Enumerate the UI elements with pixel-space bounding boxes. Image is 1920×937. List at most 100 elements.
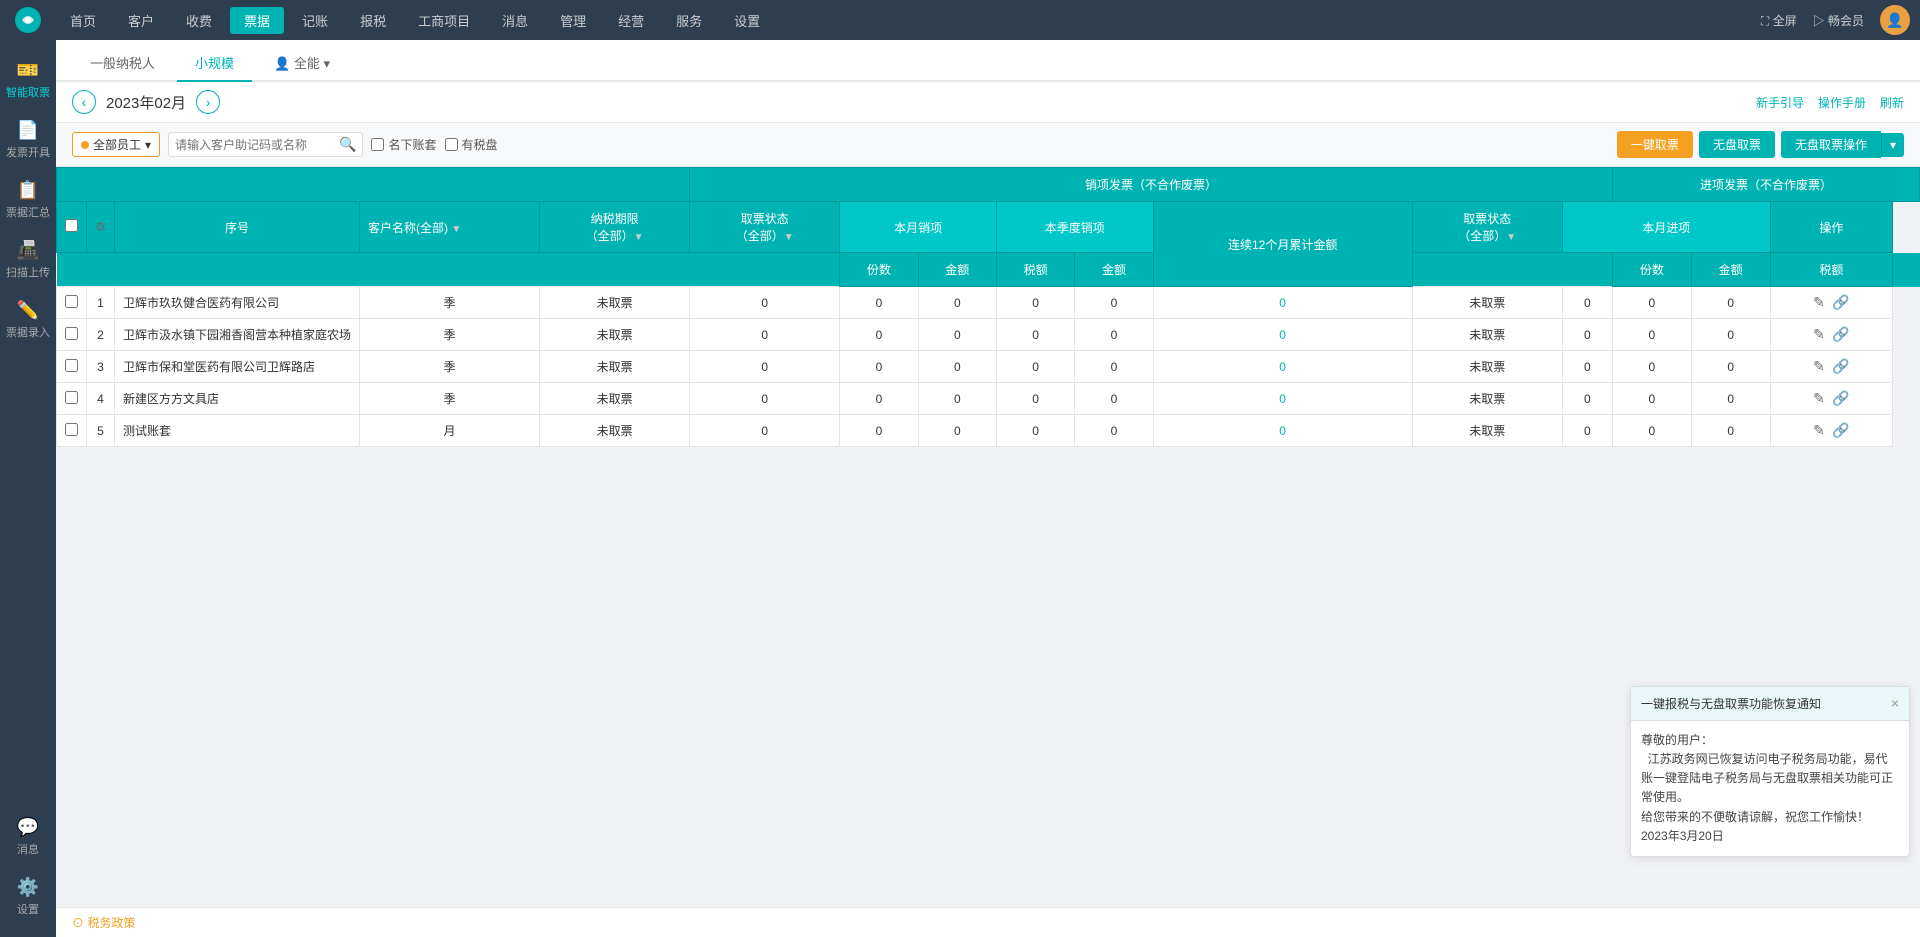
detail-icon[interactable]: 🔗	[1832, 390, 1849, 406]
checkbox-account[interactable]: 名下账套	[371, 136, 436, 153]
row-out-monthly-tax-cell: 0	[918, 415, 996, 447]
row-checkbox[interactable]	[65, 327, 78, 340]
edit-icon[interactable]: ✎	[1813, 358, 1825, 374]
row-action-cell: ✎ 🔗	[1770, 351, 1893, 383]
annual-link[interactable]: 0	[1279, 360, 1286, 374]
period-next-btn[interactable]: ›	[196, 90, 220, 114]
select-all-checkbox[interactable]	[65, 219, 78, 232]
guide-link[interactable]: 新手引导	[1756, 94, 1804, 111]
edit-icon[interactable]: ✎	[1813, 326, 1825, 342]
row-out-quarterly-amount-cell: 0	[996, 287, 1074, 319]
edit-icon[interactable]: ✎	[1813, 422, 1825, 438]
settings-icon[interactable]: ⚙	[95, 220, 106, 234]
notification-title: 一键报税与无盘取票功能恢复通知	[1641, 695, 1821, 712]
th-in-monthly-count: 份数	[1612, 253, 1691, 287]
sidebar-bottom-item-设置[interactable]: ⚙️设置	[11, 867, 45, 927]
th-out-monthly-tax: 税额	[996, 253, 1074, 287]
checkbox-account-input[interactable]	[371, 138, 384, 151]
annual-link[interactable]: 0	[1279, 328, 1286, 342]
diskless-operation-arrow[interactable]: ▾	[1881, 133, 1904, 157]
row-action-cell: ✎ 🔗	[1770, 287, 1893, 319]
annual-link[interactable]: 0	[1279, 424, 1286, 438]
row-in-monthly-amount-cell: 0	[1612, 415, 1691, 447]
main-table: 销项发票（不合作废票） 进项发票（不合作废票） ⚙ 序号 客户名称(全部) ▼ …	[56, 167, 1920, 447]
nav-item-记账[interactable]: 记账	[288, 7, 342, 34]
nav-item-消息[interactable]: 消息	[488, 7, 542, 34]
sidebar-item-票据录入[interactable]: ✏️票据录入	[0, 290, 56, 350]
row-out-monthly-amount-cell: 0	[840, 383, 918, 415]
search-button[interactable]: 🔍	[339, 136, 356, 153]
detail-icon[interactable]: 🔗	[1832, 294, 1849, 310]
one-click-ticket-btn[interactable]: 一键取票	[1617, 131, 1693, 158]
row-checkbox[interactable]	[65, 295, 78, 308]
sidebar-icon-票据录入: ✏️	[17, 300, 39, 321]
detail-icon[interactable]: 🔗	[1832, 326, 1849, 342]
annual-link[interactable]: 0	[1279, 296, 1286, 310]
tab-小规模[interactable]: 小规模	[177, 45, 252, 82]
th-in-monthly-amount: 金额	[1691, 253, 1770, 287]
nav-item-报税[interactable]: 报税	[346, 7, 400, 34]
th-client-name[interactable]: 客户名称(全部) ▼	[360, 202, 540, 253]
employee-select[interactable]: 全部员工 ▾	[72, 132, 160, 157]
nav-item-工商项目[interactable]: 工商项目	[404, 7, 484, 34]
row-out-monthly-tax-cell: 0	[918, 319, 996, 351]
row-checkbox[interactable]	[65, 391, 78, 404]
tab-一般纳税人[interactable]: 一般纳税人	[72, 45, 173, 82]
row-in-monthly-amount-cell: 0	[1612, 319, 1691, 351]
member-btn[interactable]: ▷ 畅会员	[1813, 12, 1864, 29]
nav-item-收费[interactable]: 收费	[172, 7, 226, 34]
sidebar-item-扫描上传[interactable]: 📠扫描上传	[0, 230, 56, 290]
th-monthly-purchase: 本月进项	[1562, 202, 1770, 253]
row-status-in-cell: 未取票	[1412, 415, 1562, 447]
detail-icon[interactable]: 🔗	[1832, 358, 1849, 374]
edit-icon[interactable]: ✎	[1813, 294, 1825, 310]
search-input[interactable]	[175, 138, 335, 152]
nav-item-首页[interactable]: 首页	[56, 7, 110, 34]
th-sales-status[interactable]: 取票状态（全部）▼	[690, 202, 840, 253]
user-avatar[interactable]: 👤	[1880, 5, 1910, 35]
row-in-monthly-count-cell: 0	[1562, 383, 1612, 415]
checkbox-taxdisk-input[interactable]	[445, 138, 458, 151]
detail-icon[interactable]: 🔗	[1832, 422, 1849, 438]
row-annual-cell: 0	[1153, 383, 1412, 415]
manual-link[interactable]: 操作手册	[1818, 94, 1866, 111]
tab-全能[interactable]: 👤 全能 ▾	[256, 45, 348, 82]
row-out-monthly-amount-cell: 0	[840, 351, 918, 383]
fullscreen-btn[interactable]: ⛶ 全屏	[1761, 12, 1797, 29]
diskless-operation-main[interactable]: 无盘取票操作	[1781, 131, 1881, 158]
notification-text: 尊敬的用户： 江苏政务网已恢复访问电子税务局功能，易代账一键登陆电子税务局与无盘…	[1641, 731, 1899, 846]
row-checkbox[interactable]	[65, 359, 78, 372]
nav-item-票据[interactable]: 票据	[230, 7, 284, 34]
row-out-quarterly-tax-cell: 0	[1075, 319, 1153, 351]
edit-icon[interactable]: ✎	[1813, 390, 1825, 406]
row-index-cell: 1	[87, 287, 115, 319]
row-in-monthly-tax-cell: 0	[1691, 415, 1770, 447]
sidebar-bottom-item-消息[interactable]: 💬消息	[11, 807, 45, 867]
sidebar-icon-智能取票: 🎫	[17, 60, 39, 81]
nav-item-服务[interactable]: 服务	[662, 7, 716, 34]
th-tax-period[interactable]: 纳税期限（全部）▼	[540, 202, 690, 253]
sidebar-item-票据汇总[interactable]: 📋票据汇总	[0, 170, 56, 230]
row-status-out-cell: 未取票	[540, 287, 690, 319]
row-out-monthly-count-cell: 0	[690, 351, 840, 383]
nav-item-管理[interactable]: 管理	[546, 7, 600, 34]
nav-item-客户[interactable]: 客户	[114, 7, 168, 34]
sidebar-item-发票开具[interactable]: 📄发票开具	[0, 110, 56, 170]
refresh-link[interactable]: 刷新	[1880, 94, 1904, 111]
checkbox-taxdisk[interactable]: 有税盘	[445, 136, 498, 153]
row-out-quarterly-amount-cell: 0	[996, 351, 1074, 383]
nav-item-经营[interactable]: 经营	[604, 7, 658, 34]
notification-popup: 一键报税与无盘取票功能恢复通知 × 尊敬的用户： 江苏政务网已恢复访问电子税务局…	[1630, 686, 1910, 857]
row-checkbox[interactable]	[65, 423, 78, 436]
nav-item-设置[interactable]: 设置	[720, 7, 774, 34]
th-purchase-status[interactable]: 取票状态（全部）▼	[1412, 202, 1562, 253]
annual-link[interactable]: 0	[1279, 392, 1286, 406]
row-period-cell: 季	[360, 287, 540, 319]
period-prev-btn[interactable]: ‹	[72, 90, 96, 114]
row-name-cell: 卫辉市保和堂医药有限公司卫辉路店	[115, 351, 360, 383]
notification-close-btn[interactable]: ×	[1891, 695, 1899, 711]
row-in-monthly-tax-cell: 0	[1691, 319, 1770, 351]
sidebar-item-智能取票[interactable]: 🎫智能取票	[0, 50, 56, 110]
diskless-ticket-btn[interactable]: 无盘取票	[1699, 131, 1775, 158]
tax-policy-link[interactable]: ⊙ 税务政策	[72, 916, 135, 930]
